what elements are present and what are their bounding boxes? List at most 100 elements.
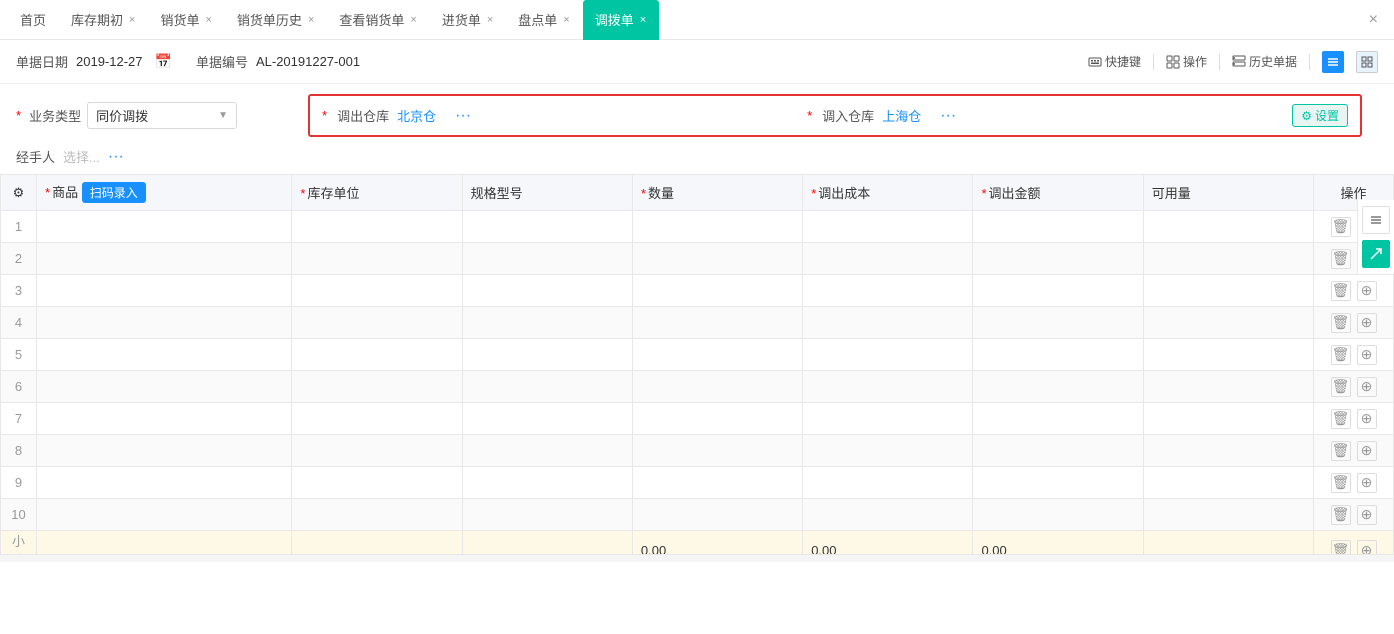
cell-spec[interactable]	[462, 211, 632, 243]
cell-cost[interactable]	[803, 403, 973, 435]
cell-cost[interactable]	[803, 243, 973, 275]
cell-available[interactable]	[1143, 275, 1313, 307]
cell-qty[interactable]	[632, 467, 802, 499]
delete-icon-btn[interactable]: 🗑	[1331, 281, 1351, 301]
out-warehouse-more-btn[interactable]: ···	[455, 108, 471, 124]
copy-icon-btn[interactable]: ⊕	[1357, 505, 1377, 525]
cell-amount[interactable]	[973, 403, 1143, 435]
tab-home[interactable]: 首页	[8, 0, 59, 40]
grid-view-btn-2[interactable]	[1356, 51, 1378, 73]
copy-icon-btn[interactable]: ⊕	[1357, 281, 1377, 301]
copy-icon-btn[interactable]: ⊕	[1357, 313, 1377, 333]
history-button[interactable]: 历史单据	[1232, 53, 1297, 70]
cell-amount[interactable]	[973, 371, 1143, 403]
cell-product[interactable]	[37, 339, 292, 371]
delete-icon-btn[interactable]: 🗑	[1331, 345, 1351, 365]
tab-close-sales[interactable]: ×	[205, 14, 211, 26]
cell-cost[interactable]	[803, 371, 973, 403]
tab-close-transfer[interactable]: ×	[640, 14, 646, 26]
cell-cost[interactable]	[803, 467, 973, 499]
cell-available[interactable]	[1143, 499, 1313, 531]
tab-close-purchase[interactable]: ×	[487, 14, 493, 26]
tab-sales[interactable]: 销货单 ×	[148, 0, 224, 40]
cell-amount[interactable]	[973, 435, 1143, 467]
cell-cost[interactable]	[803, 211, 973, 243]
cell-amount[interactable]	[973, 243, 1143, 275]
cell-available[interactable]	[1143, 467, 1313, 499]
manager-more-btn[interactable]: ···	[108, 149, 124, 165]
cell-unit[interactable]	[292, 307, 462, 339]
tab-sales-history[interactable]: 销货单历史 ×	[225, 0, 327, 40]
cell-cost[interactable]	[803, 499, 973, 531]
delete-icon-btn[interactable]: 🗑	[1331, 313, 1351, 333]
cell-unit[interactable]	[292, 243, 462, 275]
cell-spec[interactable]	[462, 339, 632, 371]
cell-amount[interactable]	[973, 339, 1143, 371]
cell-product[interactable]	[37, 307, 292, 339]
cell-spec[interactable]	[462, 467, 632, 499]
cell-spec[interactable]	[462, 243, 632, 275]
cell-cost[interactable]	[803, 275, 973, 307]
cell-product[interactable]	[37, 435, 292, 467]
operations-button[interactable]: 操作	[1166, 53, 1207, 70]
cell-qty[interactable]	[632, 371, 802, 403]
tab-stock-init[interactable]: 库存期初 ×	[59, 0, 148, 40]
delete-icon-btn[interactable]: 🗑	[1331, 505, 1351, 525]
cell-amount[interactable]	[973, 275, 1143, 307]
window-close-button[interactable]: ×	[1361, 11, 1386, 29]
cell-cost[interactable]	[803, 339, 973, 371]
tab-purchase[interactable]: 进货单 ×	[430, 0, 506, 40]
cell-available[interactable]	[1143, 371, 1313, 403]
tab-close-view-sales[interactable]: ×	[410, 14, 416, 26]
cell-product[interactable]	[37, 211, 292, 243]
cell-qty[interactable]	[632, 275, 802, 307]
delete-icon-btn[interactable]: 🗑	[1331, 409, 1351, 429]
copy-icon-btn[interactable]: ⊕	[1357, 345, 1377, 365]
tab-inventory[interactable]: 盘点单 ×	[506, 0, 582, 40]
cell-spec[interactable]	[462, 403, 632, 435]
cell-unit[interactable]	[292, 403, 462, 435]
cell-amount[interactable]	[973, 211, 1143, 243]
cell-cost[interactable]	[803, 435, 973, 467]
delete-icon-btn[interactable]: 🗑	[1331, 377, 1351, 397]
tab-transfer[interactable]: 调拨单 ×	[583, 0, 659, 40]
cell-spec[interactable]	[462, 307, 632, 339]
cell-amount[interactable]	[973, 307, 1143, 339]
cell-available[interactable]	[1143, 211, 1313, 243]
delete-icon-btn[interactable]: 🗑	[1331, 217, 1351, 237]
cell-qty[interactable]	[632, 211, 802, 243]
cell-product[interactable]	[37, 403, 292, 435]
in-warehouse-more-btn[interactable]: ···	[940, 108, 956, 124]
cell-qty[interactable]	[632, 243, 802, 275]
cell-qty[interactable]	[632, 499, 802, 531]
calendar-icon[interactable]: 📅	[155, 53, 172, 70]
copy-icon-btn[interactable]: ⊕	[1357, 409, 1377, 429]
copy-icon-btn[interactable]: ⊕	[1357, 473, 1377, 493]
cell-qty[interactable]	[632, 403, 802, 435]
cell-spec[interactable]	[462, 435, 632, 467]
cell-unit[interactable]	[292, 371, 462, 403]
cell-unit[interactable]	[292, 275, 462, 307]
sidebar-list-icon-btn[interactable]	[1362, 206, 1390, 234]
cell-product[interactable]	[37, 371, 292, 403]
cell-qty[interactable]	[632, 435, 802, 467]
tab-close-inventory[interactable]: ×	[563, 14, 569, 26]
copy-icon-btn[interactable]: ⊕	[1357, 377, 1377, 397]
copy-icon-btn[interactable]: ⊕	[1357, 540, 1377, 554]
cell-product[interactable]	[37, 243, 292, 275]
cell-amount[interactable]	[973, 499, 1143, 531]
manager-input[interactable]: 选择...	[63, 147, 100, 166]
copy-icon-btn[interactable]: ⊕	[1357, 441, 1377, 461]
cell-product[interactable]	[37, 499, 292, 531]
cell-available[interactable]	[1143, 403, 1313, 435]
scan-entry-button[interactable]: 扫码录入	[82, 182, 146, 203]
cell-product[interactable]	[37, 467, 292, 499]
horizontal-scrollbar[interactable]	[0, 554, 1394, 562]
cell-amount[interactable]	[973, 467, 1143, 499]
business-type-select[interactable]: 同价调拨 ▼	[87, 102, 237, 129]
delete-icon-btn[interactable]: 🗑	[1331, 441, 1351, 461]
cell-cost[interactable]	[803, 307, 973, 339]
cell-available[interactable]	[1143, 243, 1313, 275]
delete-icon-btn[interactable]: 🗑	[1331, 540, 1351, 554]
sidebar-export-icon-btn[interactable]	[1362, 240, 1390, 268]
